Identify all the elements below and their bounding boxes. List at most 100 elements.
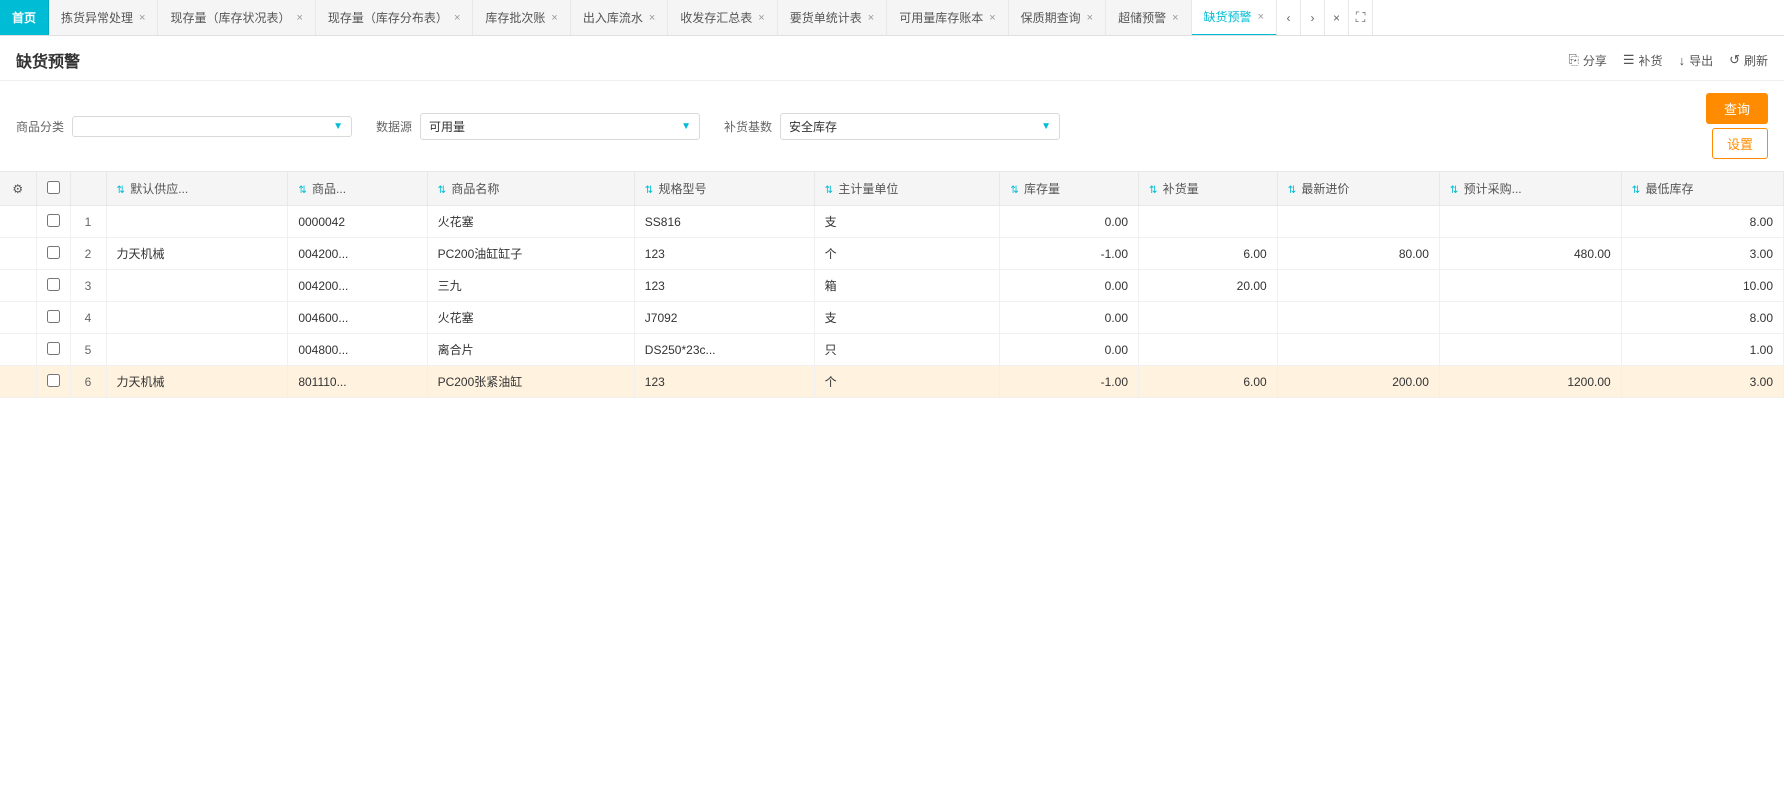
row-stock-2: 0.00 — [1000, 270, 1139, 302]
tab-overstock[interactable]: 超储预警 × — [1106, 0, 1191, 36]
tab-demand-stat-close[interactable]: × — [868, 12, 874, 24]
row-stock-0: 0.00 — [1000, 206, 1139, 238]
replenish-base-label: 补货基数 — [724, 118, 772, 135]
row-code-0: 0000042 — [288, 206, 427, 238]
tab-exception-close[interactable]: × — [139, 12, 145, 24]
tab-nav-prev[interactable]: ‹ — [1277, 0, 1301, 36]
tab-expiry-query-close[interactable]: × — [1087, 12, 1093, 24]
row-latest-price-3 — [1277, 302, 1439, 334]
th-latest-price[interactable]: ⇅ 最新进价 — [1277, 172, 1439, 206]
tab-receive-summary-label: 收发存汇总表 — [680, 9, 752, 26]
tab-batch-account-close[interactable]: × — [551, 12, 557, 24]
row-spec-0: SS816 — [634, 206, 814, 238]
refresh-icon: ↺ — [1729, 52, 1740, 68]
category-select[interactable]: ▼ — [72, 116, 352, 137]
row-supplier-5: 力天机械 — [106, 366, 288, 398]
row-replenish-3 — [1139, 302, 1278, 334]
tab-nav-close[interactable]: × — [1325, 0, 1349, 36]
row-gear-0[interactable] — [0, 206, 36, 238]
refresh-button[interactable]: ↺ 刷新 — [1729, 52, 1768, 69]
th-goods-name[interactable]: ⇅ 商品名称 — [427, 172, 634, 206]
row-code-4: 004800... — [288, 334, 427, 366]
export-button[interactable]: ↓ 导出 — [1679, 52, 1714, 69]
tab-home[interactable]: 首页 — [0, 0, 49, 36]
th-gear[interactable]: ⚙ — [0, 172, 36, 206]
tab-inout-flow-close[interactable]: × — [649, 12, 655, 24]
row-replenish-0 — [1139, 206, 1278, 238]
tab-batch-account[interactable]: 库存批次账 × — [473, 0, 570, 36]
tab-receive-summary[interactable]: 收发存汇总表 × — [668, 0, 777, 36]
th-goods-code[interactable]: ⇅ 商品... — [288, 172, 427, 206]
settings-button[interactable]: 设置 — [1712, 128, 1768, 159]
tab-overstock-label: 超储预警 — [1118, 9, 1166, 26]
row-check-4 — [36, 334, 70, 366]
tab-inventory-status[interactable]: 现存量（库存状况表） × — [158, 0, 315, 36]
tab-demand-stat[interactable]: 要货单统计表 × — [778, 0, 887, 36]
table-row: 5 004800... 离合片 DS250*23c... 只 0.00 1.00 — [0, 334, 1784, 366]
sort-code-icon: ⇅ — [298, 185, 306, 196]
row-gear-4[interactable] — [0, 334, 36, 366]
replenish-base-select[interactable]: 安全库存 ▼ — [780, 113, 1060, 140]
row-spec-3: J7092 — [634, 302, 814, 334]
row-latest-price-2 — [1277, 270, 1439, 302]
row-gear-2[interactable] — [0, 270, 36, 302]
tab-available-ledger[interactable]: 可用量库存账本 × — [887, 0, 1008, 36]
row-gear-3[interactable] — [0, 302, 36, 334]
row-est-purchase-3 — [1439, 302, 1621, 334]
replenish-button[interactable]: ☰ 补货 — [1623, 52, 1663, 69]
row-latest-price-5: 200.00 — [1277, 366, 1439, 398]
tab-overstock-close[interactable]: × — [1172, 12, 1178, 24]
row-name-2: 三九 — [427, 270, 634, 302]
row-spec-5: 123 — [634, 366, 814, 398]
tab-inventory-dist[interactable]: 现存量（库存分布表） × — [316, 0, 473, 36]
row-num-0: 1 — [70, 206, 106, 238]
tab-inventory-dist-close[interactable]: × — [454, 12, 460, 24]
replenish-base-filter-group: 补货基数 安全库存 ▼ — [724, 113, 1060, 140]
tab-exception[interactable]: 拣货异常处理 × — [49, 0, 158, 36]
share-button[interactable]: ⎘ 分享 — [1568, 52, 1606, 69]
tab-inout-flow[interactable]: 出入库流水 × — [571, 0, 668, 36]
page-title: 缺货预警 — [16, 48, 80, 72]
select-all-checkbox[interactable] — [47, 181, 60, 194]
tab-expiry-query[interactable]: 保质期查询 × — [1009, 0, 1106, 36]
row-checkbox-3[interactable] — [47, 310, 60, 323]
row-checkbox-1[interactable] — [47, 246, 60, 259]
th-unit[interactable]: ⇅ 主计量单位 — [814, 172, 1000, 206]
tab-nav-next[interactable]: › — [1301, 0, 1325, 36]
row-gear-1[interactable] — [0, 238, 36, 270]
table-row: 2 力天机械 004200... PC200油缸缸子 123 个 -1.00 6… — [0, 238, 1784, 270]
row-unit-0: 支 — [814, 206, 1000, 238]
row-est-purchase-5: 1200.00 — [1439, 366, 1621, 398]
row-gear-5[interactable] — [0, 366, 36, 398]
tab-available-ledger-close[interactable]: × — [989, 12, 995, 24]
query-button[interactable]: 查询 — [1706, 93, 1768, 124]
tab-nav-fullscreen[interactable]: ⛶ — [1349, 0, 1373, 36]
tab-demand-stat-label: 要货单统计表 — [790, 9, 862, 26]
th-min-stock[interactable]: ⇅ 最低库存 — [1621, 172, 1783, 206]
row-unit-3: 支 — [814, 302, 1000, 334]
row-supplier-2 — [106, 270, 288, 302]
row-unit-2: 箱 — [814, 270, 1000, 302]
row-latest-price-0 — [1277, 206, 1439, 238]
tab-shortage[interactable]: 缺货预警 × — [1192, 0, 1277, 36]
row-replenish-5: 6.00 — [1139, 366, 1278, 398]
datasource-select[interactable]: 可用量 ▼ — [420, 113, 700, 140]
row-checkbox-4[interactable] — [47, 342, 60, 355]
row-min-stock-5: 3.00 — [1621, 366, 1783, 398]
row-stock-3: 0.00 — [1000, 302, 1139, 334]
th-replenish[interactable]: ⇅ 补货量 — [1139, 172, 1278, 206]
th-supplier[interactable]: ⇅ 默认供应... — [106, 172, 288, 206]
row-checkbox-0[interactable] — [47, 214, 60, 227]
tab-inventory-status-label: 现存量（库存状况表） — [170, 9, 290, 26]
th-est-purchase[interactable]: ⇅ 预计采购... — [1439, 172, 1621, 206]
row-name-5: PC200张紧油缸 — [427, 366, 634, 398]
table-row: 4 004600... 火花塞 J7092 支 0.00 8.00 — [0, 302, 1784, 334]
tab-receive-summary-close[interactable]: × — [758, 12, 764, 24]
row-checkbox-2[interactable] — [47, 278, 60, 291]
tab-inventory-status-close[interactable]: × — [296, 12, 302, 24]
th-stock[interactable]: ⇅ 库存量 — [1000, 172, 1139, 206]
th-spec[interactable]: ⇅ 规格型号 — [634, 172, 814, 206]
datasource-value: 可用量 — [429, 118, 465, 135]
tab-shortage-close[interactable]: × — [1258, 11, 1264, 23]
row-checkbox-5[interactable] — [47, 374, 60, 387]
